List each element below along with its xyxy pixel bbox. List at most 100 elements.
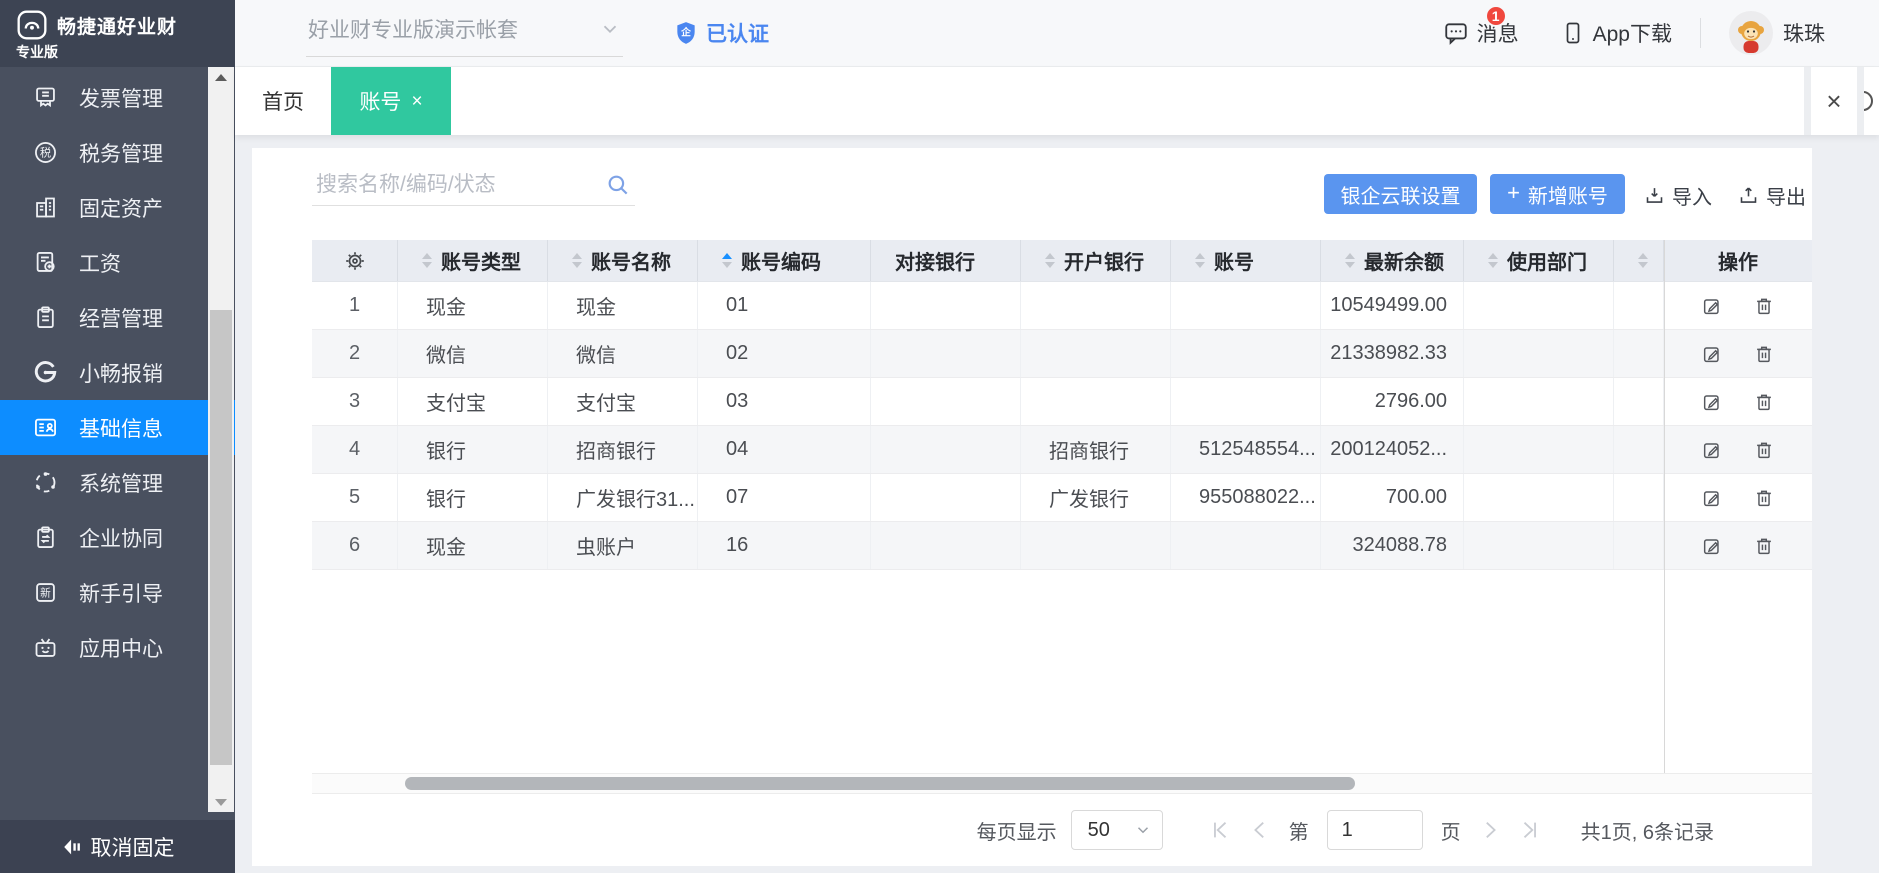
sidebar-item-basic-info[interactable]: 基础信息 [0,400,235,455]
bank-cloud-settings-button[interactable]: 银企云联设置 [1324,174,1477,214]
cell-type: 微信 [398,330,548,377]
tab-accounts[interactable]: 账号 × [331,67,451,135]
sidebar-scrollbar-thumb[interactable] [210,310,232,765]
sidebar-item-salary[interactable]: 工资 [0,235,235,290]
edit-button[interactable] [1701,295,1723,317]
delete-button[interactable] [1753,535,1775,557]
column-header-code[interactable]: 账号编码 [698,240,871,281]
column-header-name[interactable]: 账号名称 [548,240,698,281]
chevron-down-icon [603,25,617,33]
monkey-avatar-icon [1738,21,1764,53]
plus-icon: + [1507,180,1520,205]
column-header-type[interactable]: 账号类型 [398,240,548,281]
search-input[interactable] [312,172,605,197]
sort-icon[interactable] [1195,253,1205,268]
table-row[interactable]: 3 支付宝 支付宝 03 2796.00 [312,378,1812,426]
column-header-department[interactable]: 使用部门 [1464,240,1614,281]
sidebar-item-guide[interactable]: 新 新手引导 [0,565,235,620]
add-account-button[interactable]: + 新增账号 [1490,174,1625,214]
delete-button[interactable] [1753,487,1775,509]
divider [1700,18,1701,48]
sort-icon[interactable] [1045,253,1055,268]
scroll-down-arrow-icon[interactable] [208,794,234,810]
edit-button[interactable] [1701,487,1723,509]
column-settings-button[interactable] [312,240,398,281]
horizontal-scrollbar[interactable] [312,773,1812,794]
cell-department [1464,282,1614,329]
cell-balance: 700.00 [1321,474,1464,521]
first-page-button[interactable] [1209,819,1231,841]
delete-button[interactable] [1753,391,1775,413]
delete-button[interactable] [1753,343,1775,365]
sidebar-item-label: 经营管理 [79,307,163,331]
per-page-select[interactable]: 50 [1070,810,1163,850]
cell-name: 现金 [548,282,698,329]
page-prefix: 第 [1288,821,1309,844]
sidebar-scrollbar[interactable] [208,67,234,812]
sort-icon[interactable] [1638,253,1648,268]
table-row[interactable]: 6 现金 虫账户 16 324088.78 [312,522,1812,570]
chevron-down-icon [1137,827,1148,834]
phone-icon [1566,22,1579,44]
sidebar-item-invoice[interactable]: 发票管理 [0,70,235,125]
edit-button[interactable] [1701,343,1723,365]
sidebar-item-operations[interactable]: 经营管理 [0,290,235,345]
edit-button[interactable] [1701,439,1723,461]
sort-icon[interactable] [422,253,432,268]
export-button[interactable]: 导出 [1738,181,1806,210]
delete-button[interactable] [1753,295,1775,317]
app-download-button[interactable]: App下载 [1561,18,1672,48]
collapse-icon [63,839,80,854]
next-page-button[interactable] [1479,819,1501,841]
topbar-right: 消息 1 App下载 珠珠 [1443,5,1879,55]
export-icon [1740,187,1757,203]
import-button[interactable]: 导入 [1644,181,1712,210]
search-icon[interactable] [605,172,631,198]
tab-home[interactable]: 首页 [235,67,331,135]
column-header-bank[interactable]: 开户银行 [1021,240,1171,281]
sidebar-item-expense[interactable]: 小畅报销 [0,345,235,400]
table-row[interactable]: 4 银行 招商银行 04 招商银行 512548554... 200124052… [312,426,1812,474]
account-set-dropdown[interactable]: 好业财专业版演示帐套 [306,10,623,57]
page-suffix: 页 [1440,821,1461,844]
delete-button[interactable] [1753,439,1775,461]
column-header-account[interactable]: 账号 [1171,240,1321,281]
edit-button[interactable] [1701,391,1723,413]
unpin-sidebar-button[interactable]: 取消固定 [0,820,235,873]
cell-clipped [1614,474,1664,521]
table-row[interactable]: 2 微信 微信 02 21338982.33 [312,330,1812,378]
last-page-button[interactable] [1519,819,1541,841]
accounts-card: 银企云联设置 + 新增账号 导入 导出 [252,148,1812,866]
user-menu[interactable]: 珠珠 [1729,11,1825,55]
sort-icon-active-asc[interactable] [722,253,732,268]
close-panel-button[interactable]: × [1811,67,1857,135]
cell-code: 02 [698,330,871,377]
tab-close-icon[interactable]: × [411,92,422,111]
more-controls-button[interactable] [1864,67,1879,135]
sort-icon[interactable] [1345,253,1355,268]
scroll-up-arrow-icon[interactable] [208,69,234,85]
column-header-linked-bank[interactable]: 对接银行 [871,240,1021,281]
invoice-icon [36,87,55,108]
messages-button[interactable]: 消息 1 [1443,5,1519,48]
page-number-input[interactable] [1326,810,1423,850]
sidebar-item-collaboration[interactable]: 企业协同 [0,510,235,565]
sidebar-item-system[interactable]: 系统管理 [0,455,235,510]
prev-page-button[interactable] [1249,819,1271,841]
edit-button[interactable] [1701,535,1723,557]
cell-account [1171,282,1321,329]
horizontal-scrollbar-thumb[interactable] [405,777,1355,790]
cell-code: 03 [698,378,871,425]
column-label: 开户银行 [1064,252,1144,274]
column-header-balance[interactable]: 最新余额 [1321,240,1464,281]
cell-department [1464,426,1614,473]
sidebar-item-fixed-assets[interactable]: 固定资产 [0,180,235,235]
table-row[interactable]: 1 现金 现金 01 10549499.00 [312,282,1812,330]
sort-icon[interactable] [572,253,582,268]
table-row[interactable]: 5 银行 广发银行31... 07 广发银行 955088022... 700.… [312,474,1812,522]
cell-linked-bank [871,330,1021,377]
column-header-clipped[interactable] [1614,240,1664,281]
sidebar-item-tax[interactable]: 税 税务管理 [0,125,235,180]
sidebar-item-app-center[interactable]: 应用中心 [0,620,235,675]
sort-icon[interactable] [1488,253,1498,268]
